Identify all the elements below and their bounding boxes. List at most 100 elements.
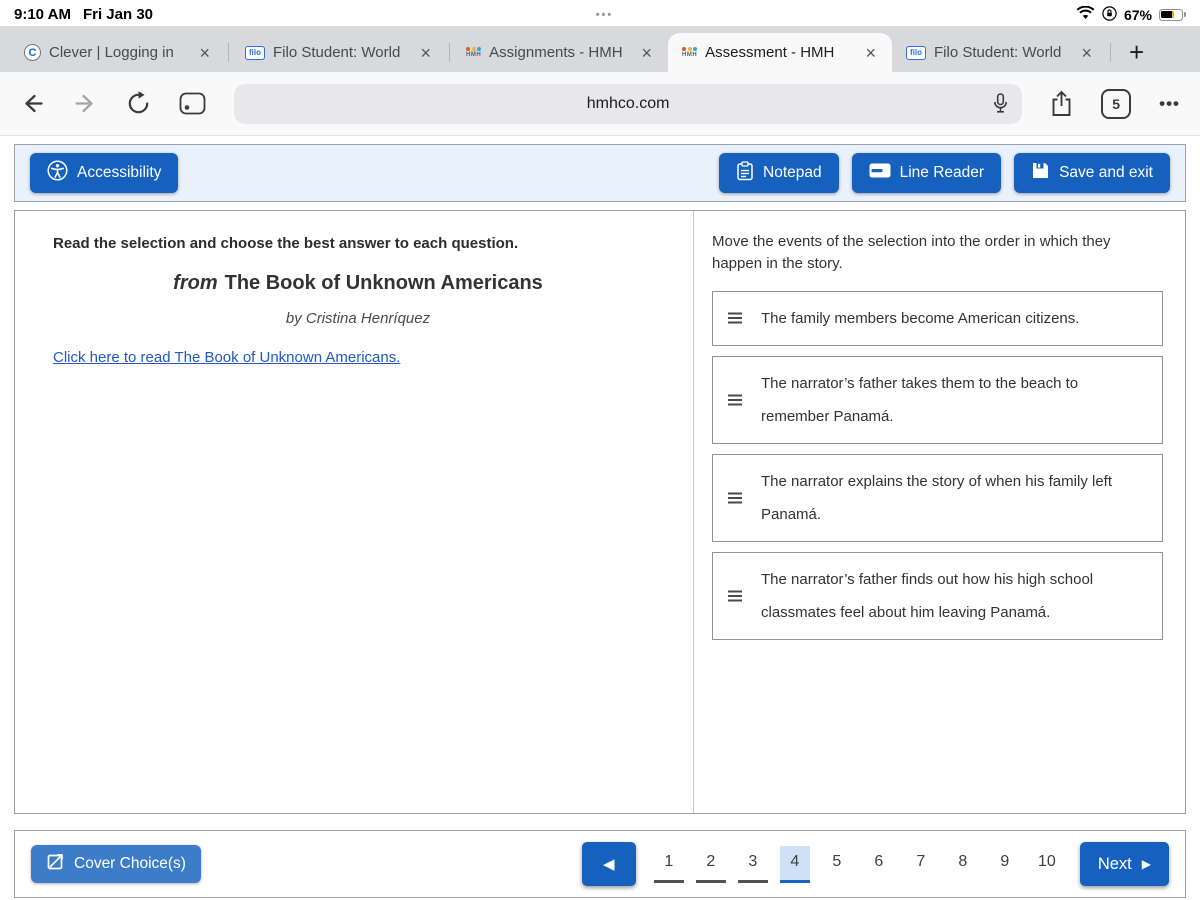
line-reader-icon: [869, 163, 891, 183]
event-text: The narrator’s father finds out how his …: [761, 570, 1094, 621]
battery-percent: 67%: [1123, 6, 1152, 23]
close-icon[interactable]: ×: [639, 44, 654, 62]
question-number-8[interactable]: 8: [948, 846, 978, 883]
hmh-logo-icon: HMH: [682, 46, 698, 58]
cover-choices-label: Cover Choice(s): [74, 855, 186, 872]
new-tab-button[interactable]: +: [1113, 33, 1160, 72]
tab-separator: [449, 43, 450, 62]
close-icon[interactable]: ×: [197, 44, 212, 62]
notepad-label: Notepad: [763, 164, 822, 181]
event-card[interactable]: The narrator’s father finds out how his …: [712, 551, 1163, 640]
tab-filo-student-2[interactable]: filo Filo Student: World ×: [892, 33, 1108, 72]
reload-icon[interactable]: [126, 91, 151, 116]
battery-icon: [1158, 8, 1186, 21]
tab-filo-student-1[interactable]: filo Filo Student: World ×: [231, 33, 447, 72]
notepad-button[interactable]: Notepad: [719, 153, 839, 193]
save-and-exit-button[interactable]: Save and exit: [1014, 153, 1170, 193]
hmh-logo-icon: HMH: [466, 46, 482, 58]
assessment-toolbar: Accessibility Notepad Line Reader Save a…: [14, 144, 1186, 202]
selection-byline: by Cristina Henríquez: [285, 310, 431, 327]
tab-strip: C Clever | Logging in × filo Filo Studen…: [0, 26, 1200, 72]
tab-assessment-hmh-active[interactable]: HMH Assessment - HMH ×: [668, 33, 892, 72]
reading-instruction: Read the selection and choose the best a…: [53, 235, 519, 252]
tab-overview-button[interactable]: 5: [1101, 88, 1132, 119]
tab-count: 5: [1112, 95, 1121, 112]
close-icon[interactable]: ×: [1079, 44, 1094, 62]
save-icon: [1031, 161, 1050, 185]
line-reader-label: Line Reader: [899, 164, 985, 181]
cover-choices-icon: [46, 852, 65, 876]
question-prompt: Move the events of the selection into th…: [712, 233, 1111, 272]
selection-title-text: The Book of Unknown Americans: [224, 272, 543, 294]
page-scan-icon[interactable]: [179, 92, 206, 115]
filo-icon: filo: [245, 45, 265, 60]
close-icon[interactable]: ×: [418, 44, 433, 62]
question-number-9[interactable]: 9: [990, 846, 1020, 883]
selection-title-prefix: from: [173, 272, 218, 294]
question-number-nav: 1 2 3 4 5 6 7 8 9 10: [653, 845, 1062, 883]
question-number-5[interactable]: 5: [822, 846, 852, 883]
url-text: hmhco.com: [586, 94, 670, 112]
read-selection-link[interactable]: Click here to read The Book of Unknown A…: [53, 349, 400, 366]
share-icon[interactable]: [1050, 90, 1073, 118]
accessibility-button[interactable]: Accessibility: [30, 153, 179, 193]
tab-separator: [1110, 43, 1111, 62]
tab-clever-login[interactable]: C Clever | Logging in ×: [10, 33, 226, 72]
question-number-1[interactable]: 1: [653, 846, 684, 883]
screen: 9:10 AM Fri Jan 30 ••• 67% C Clever | Lo…: [0, 0, 1200, 900]
next-button[interactable]: Next ▶: [1079, 842, 1169, 886]
drag-handle-icon[interactable]: [727, 589, 743, 603]
clever-icon: C: [24, 44, 41, 61]
question-number-2[interactable]: 2: [695, 846, 726, 883]
assessment-app: Accessibility Notepad Line Reader Save a…: [0, 136, 1200, 900]
wifi-icon: [1076, 5, 1095, 23]
forward-icon[interactable]: [73, 91, 98, 116]
line-reader-button[interactable]: Line Reader: [851, 153, 1002, 193]
tab-separator: [228, 43, 229, 62]
event-text: The narrator’s father takes them to the …: [761, 374, 1079, 425]
event-text: The family members become American citiz…: [761, 309, 1080, 327]
microphone-icon[interactable]: [993, 92, 1008, 119]
reading-pane: Read the selection and choose the best a…: [15, 211, 694, 813]
filo-icon: filo: [906, 45, 926, 60]
accessibility-label: Accessibility: [77, 164, 162, 181]
notepad-icon: [736, 160, 754, 186]
tab-title: Filo Student: World: [273, 44, 401, 61]
event-card[interactable]: The narrator’s father takes them to the …: [712, 355, 1163, 444]
cover-choices-button[interactable]: Cover Choice(s): [31, 845, 201, 883]
tab-title: Filo Student: World: [934, 44, 1062, 61]
assessment-footer: Cover Choice(s) ◀ 1 2 3 4 5 6 7 8 9 10 N…: [14, 830, 1186, 898]
previous-question-button[interactable]: ◀: [581, 842, 636, 886]
tab-title: Assessment - HMH: [705, 44, 835, 61]
event-text: The narrator explains the story of when …: [761, 472, 1112, 523]
selection-title: from The Book of Unknown Americans: [53, 272, 663, 295]
question-number-7[interactable]: 7: [906, 846, 936, 883]
question-pane: Move the events of the selection into th…: [694, 211, 1185, 813]
more-menu-icon[interactable]: •••: [1159, 94, 1180, 114]
tab-title: Clever | Logging in: [49, 44, 174, 61]
tab-title: Assignments - HMH: [489, 44, 623, 61]
tab-assignments-hmh[interactable]: HMH Assignments - HMH ×: [452, 33, 668, 72]
event-order-list: The family members become American citiz…: [712, 290, 1163, 640]
multitask-indicator-icon: •••: [595, 8, 614, 21]
assessment-content: Read the selection and choose the best a…: [14, 210, 1186, 814]
event-card[interactable]: The family members become American citiz…: [712, 290, 1163, 346]
status-date: Fri Jan 30: [82, 6, 154, 23]
question-number-10[interactable]: 10: [1032, 846, 1062, 883]
question-number-3[interactable]: 3: [737, 846, 768, 883]
event-card[interactable]: The narrator explains the story of when …: [712, 453, 1163, 542]
next-label: Next: [1097, 854, 1132, 873]
question-number-4[interactable]: 4: [779, 845, 810, 883]
browser-toolbar: hmhco.com 5 •••: [0, 72, 1200, 136]
next-arrow-icon: ▶: [1141, 857, 1151, 871]
address-bar[interactable]: hmhco.com: [234, 83, 1023, 124]
prev-arrow-icon: ◀: [603, 856, 615, 873]
drag-handle-icon[interactable]: [727, 393, 743, 407]
status-time: 9:10 AM: [14, 6, 71, 23]
drag-handle-icon[interactable]: [727, 491, 743, 505]
save-and-exit-label: Save and exit: [1059, 164, 1153, 181]
drag-handle-icon[interactable]: [727, 311, 743, 325]
back-icon[interactable]: [20, 91, 45, 116]
close-icon[interactable]: ×: [863, 44, 878, 62]
question-number-6[interactable]: 6: [864, 846, 894, 883]
